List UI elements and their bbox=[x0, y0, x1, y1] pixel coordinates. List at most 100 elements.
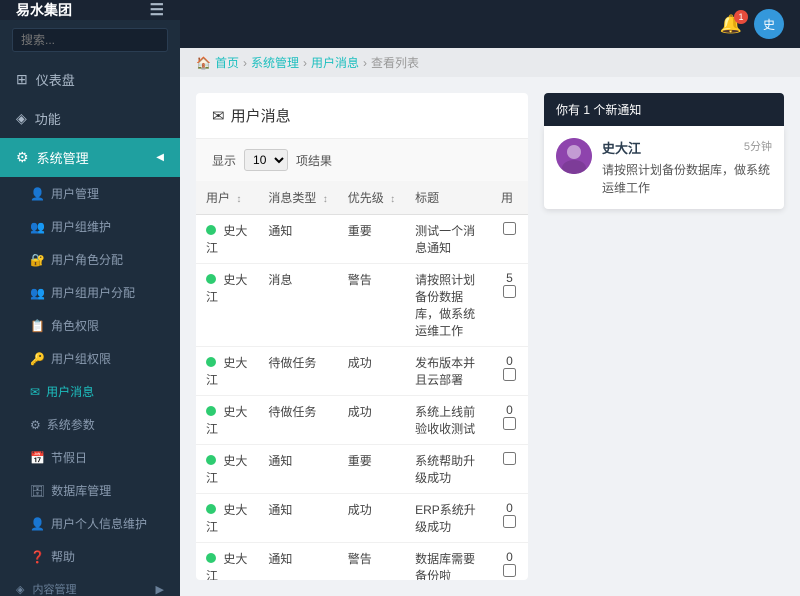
cell-title-2: 发布版本并且云部署 bbox=[405, 347, 491, 396]
help-icon: ❓ bbox=[30, 550, 45, 564]
cell-priority-2: 成功 bbox=[338, 347, 405, 396]
sidebar-sub-db-mgmt[interactable]: 🗄 数据库管理 bbox=[0, 474, 180, 507]
notification-user: 史大江 5分钟 请按照计划备份数据库，做系统运维工作 bbox=[556, 138, 772, 197]
sidebar-sub-sys-params[interactable]: ⚙ 系统参数 bbox=[0, 408, 180, 441]
status-dot-2 bbox=[206, 357, 216, 367]
cell-user-0: 史大江 bbox=[196, 215, 258, 264]
cell-extra-2: 0 bbox=[491, 347, 528, 396]
count-badge-1: 5 bbox=[506, 271, 513, 285]
user-msg-icon: ✉ bbox=[30, 385, 40, 399]
main-content: 🔔 1 史 🏠 首页 › 系统管理 › 用户消息 › 查看列表 ✉ 用户消息 显… bbox=[180, 0, 800, 596]
notification-card: 史大江 5分钟 请按照计划备份数据库，做系统运维工作 bbox=[544, 126, 784, 209]
row-checkbox-0[interactable] bbox=[503, 222, 516, 235]
sys-params-icon: ⚙ bbox=[30, 418, 41, 432]
sidebar-item-dashboard[interactable]: ⊞ 仪表盘 bbox=[0, 60, 180, 99]
breadcrumb-sep1: › bbox=[243, 56, 247, 70]
cell-title-4: 系统帮助升级成功 bbox=[405, 445, 491, 494]
cell-title-1: 请按照计划备份数据库，做系统运维工作 bbox=[405, 264, 491, 347]
sidebar-sub-role-copy[interactable]: 📋 角色权限 bbox=[0, 309, 180, 342]
row-checkbox-1[interactable] bbox=[503, 285, 516, 298]
breadcrumb-sep2: › bbox=[303, 56, 307, 70]
sidebar-item-tasks[interactable]: ◈ 功能 bbox=[0, 99, 180, 138]
breadcrumb-usermsg[interactable]: 用户消息 bbox=[311, 54, 359, 71]
user-mgmt-icon: 👤 bbox=[30, 187, 45, 201]
cell-extra-1: 5 bbox=[491, 264, 528, 347]
messages-table: 用户 ↕ 消息类型 ↕ 优先级 ↕ 标题 bbox=[196, 181, 528, 580]
cell-priority-1: 警告 bbox=[338, 264, 405, 347]
col-priority: 优先级 ↕ bbox=[338, 181, 405, 215]
topbar: 🔔 1 史 bbox=[180, 0, 800, 48]
dashboard-icon: ⊞ bbox=[16, 71, 28, 88]
cell-title-6: 数据库需要备份啦 bbox=[405, 543, 491, 581]
status-dot-1 bbox=[206, 274, 216, 284]
table-row: 史大江 通知 成功 ERP系统升级成功 0 bbox=[196, 494, 528, 543]
cell-priority-6: 警告 bbox=[338, 543, 405, 581]
sidebar-sub-user-info[interactable]: 👤 用户个人信息维护 bbox=[0, 507, 180, 540]
cell-extra-5: 0 bbox=[491, 494, 528, 543]
sort-user-icon[interactable]: ↕ bbox=[236, 194, 241, 205]
content-icon: ◈ bbox=[16, 583, 24, 596]
user-group-auth-icon: 🔑 bbox=[30, 352, 45, 366]
db-mgmt-icon: 🗄 bbox=[30, 484, 45, 498]
search-container bbox=[0, 20, 180, 60]
sidebar-sub-user-msg[interactable]: ✉ 用户消息 bbox=[0, 375, 180, 408]
sidebar-sub-help[interactable]: ❓ 帮助 bbox=[0, 540, 180, 573]
sidebar-sub-user-role[interactable]: 🔐 用户角色分配 bbox=[0, 243, 180, 276]
count-badge-6: 0 bbox=[506, 550, 513, 564]
user-avatar[interactable]: 史 bbox=[754, 9, 784, 39]
cell-priority-3: 成功 bbox=[338, 396, 405, 445]
breadcrumb-current: 查看列表 bbox=[371, 54, 419, 71]
cell-user-2: 史大江 bbox=[196, 347, 258, 396]
row-checkbox-3[interactable] bbox=[503, 417, 516, 430]
col-title: 标题 bbox=[405, 181, 491, 215]
sidebar-sub-user-mgmt[interactable]: 👤 用户管理 bbox=[0, 177, 180, 210]
user-msg-title-icon: ✉ bbox=[212, 107, 225, 125]
sidebar-item-system[interactable]: ⚙ 系统管理 ◀ bbox=[0, 138, 180, 177]
cell-type-4: 通知 bbox=[258, 445, 337, 494]
menu-toggle-icon[interactable]: ☰ bbox=[150, 0, 164, 20]
row-checkbox-6[interactable] bbox=[503, 564, 516, 577]
cell-user-3: 史大江 bbox=[196, 396, 258, 445]
status-dot-6 bbox=[206, 553, 216, 563]
row-checkbox-2[interactable] bbox=[503, 368, 516, 381]
notif-avatar bbox=[556, 138, 592, 174]
cell-priority-0: 重要 bbox=[338, 215, 405, 264]
breadcrumb-sep3: › bbox=[363, 56, 367, 70]
sidebar-sub-user-maintain[interactable]: 👥 用户组维护 bbox=[0, 210, 180, 243]
page-size-select[interactable]: 10 25 50 bbox=[244, 149, 288, 171]
status-dot-5 bbox=[206, 504, 216, 514]
sidebar-sub-user-group[interactable]: 👥 用户组用户分配 bbox=[0, 276, 180, 309]
sidebar-sub-user-group-auth[interactable]: 🔑 用户组权限 bbox=[0, 342, 180, 375]
cell-extra-0 bbox=[491, 215, 528, 264]
breadcrumb-home[interactable]: 首页 bbox=[215, 54, 239, 71]
sidebar-content-section[interactable]: ◈ 内容管理 ▶ bbox=[0, 573, 180, 596]
sidebar: 易水集团 ☰ ⊞ 仪表盘 ◈ 功能 ⚙ 系统管理 ◀ 👤 用户管理 👥 用户组维… bbox=[0, 0, 180, 596]
table-row: 史大江 待做任务 成功 发布版本并且云部署 0 bbox=[196, 347, 528, 396]
cell-user-5: 史大江 bbox=[196, 494, 258, 543]
cell-type-3: 待做任务 bbox=[258, 396, 337, 445]
sort-type-icon[interactable]: ↕ bbox=[323, 194, 328, 205]
row-checkbox-4[interactable] bbox=[503, 452, 516, 465]
col-type: 消息类型 ↕ bbox=[258, 181, 337, 215]
tasks-icon: ◈ bbox=[16, 110, 27, 127]
cell-title-3: 系统上线前验收收测试 bbox=[405, 396, 491, 445]
count-badge-3: 0 bbox=[506, 403, 513, 417]
user-maintain-icon: 👥 bbox=[30, 220, 45, 234]
notification-bell[interactable]: 🔔 1 bbox=[720, 14, 742, 35]
holidays-icon: 📅 bbox=[30, 451, 45, 465]
status-dot-4 bbox=[206, 455, 216, 465]
user-group-icon: 👥 bbox=[30, 286, 45, 300]
home-icon: 🏠 bbox=[196, 56, 211, 70]
search-input[interactable] bbox=[12, 28, 168, 52]
sort-priority-icon[interactable]: ↕ bbox=[390, 194, 395, 205]
cell-type-1: 消息 bbox=[258, 264, 337, 347]
row-checkbox-5[interactable] bbox=[503, 515, 516, 528]
breadcrumb-system[interactable]: 系统管理 bbox=[251, 54, 299, 71]
cell-title-5: ERP系统升级成功 bbox=[405, 494, 491, 543]
table-row: 史大江 通知 重要 系统帮助升级成功 bbox=[196, 445, 528, 494]
notification-badge: 1 bbox=[734, 10, 748, 24]
cell-extra-6: 0 bbox=[491, 543, 528, 581]
sidebar-sub-holidays[interactable]: 📅 节假日 bbox=[0, 441, 180, 474]
table-row: 史大江 通知 警告 数据库需要备份啦 0 bbox=[196, 543, 528, 581]
table-controls: 显示 10 25 50 项结果 bbox=[196, 139, 528, 181]
